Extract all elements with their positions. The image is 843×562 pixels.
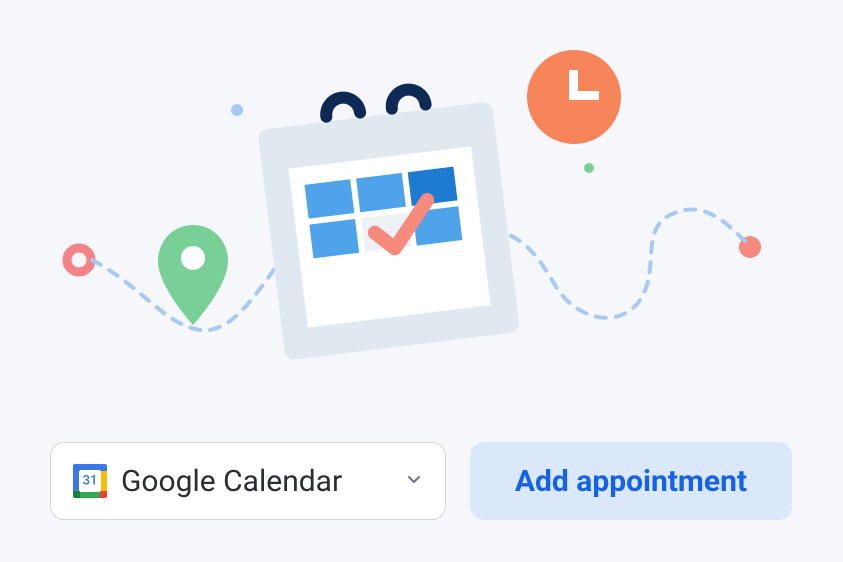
calendar-illustration: [0, 30, 843, 390]
add-appointment-button[interactable]: Add appointment: [470, 442, 792, 520]
calendar-icon-day: 31: [83, 474, 98, 489]
add-appointment-label: Add appointment: [515, 464, 747, 499]
location-pin-icon: [158, 225, 228, 325]
chevron-down-icon: [405, 470, 423, 492]
dropdown-selected-label: Google Calendar: [121, 464, 405, 499]
google-calendar-icon: 31: [73, 464, 107, 498]
clock-icon: [527, 50, 621, 144]
calendar-provider-dropdown[interactable]: 31 Google Calendar: [50, 442, 446, 520]
